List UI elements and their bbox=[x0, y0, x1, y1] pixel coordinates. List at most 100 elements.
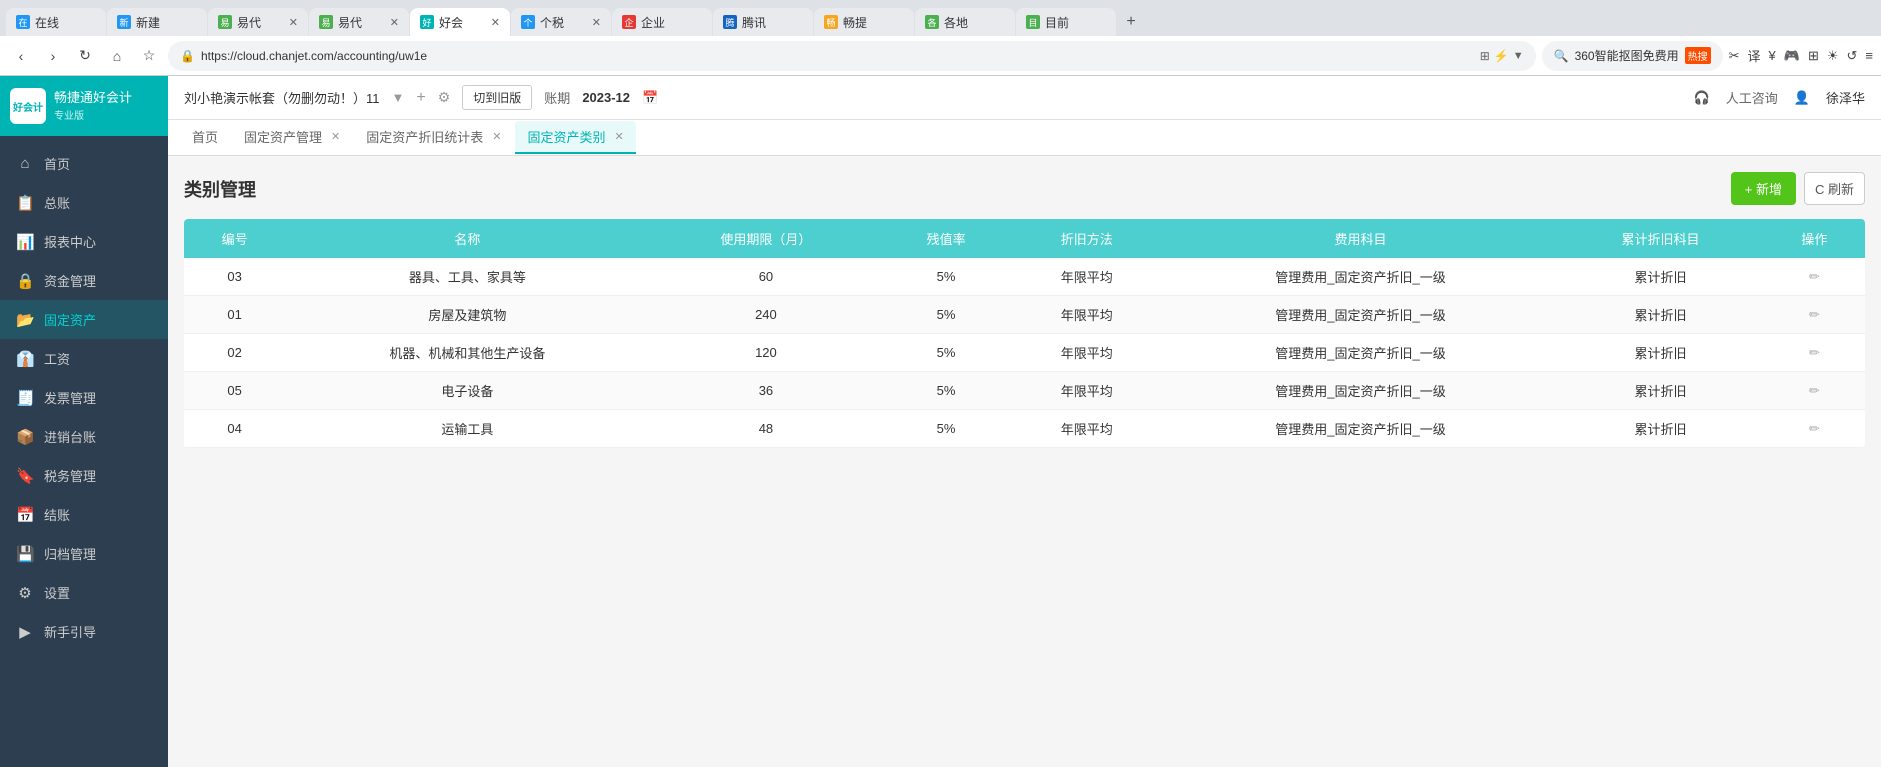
browser-tab-6[interactable]: 个 个税 ✕ bbox=[511, 8, 611, 36]
app-header: 刘小艳演示帐套（勿删勿动！）11 ▼ + ⚙ 切到旧版 账期 2023-12 📅… bbox=[168, 76, 1881, 120]
cell-method-0: 年限平均 bbox=[1010, 258, 1164, 296]
settings-button[interactable]: ⚙ bbox=[438, 89, 451, 106]
sidebar-item-checkout[interactable]: 📅 结账 bbox=[0, 495, 168, 534]
cell-action-0[interactable]: ✏ bbox=[1764, 258, 1865, 296]
edit-icon-3[interactable]: ✏ bbox=[1809, 383, 1820, 398]
sidebar-label-tax: 税务管理 bbox=[44, 466, 96, 485]
browser-tab-8[interactable]: 腾 腾讯 bbox=[713, 8, 813, 36]
tab-title-3: 易代 bbox=[237, 14, 284, 31]
sidebar-item-invoice[interactable]: 🧾 发票管理 bbox=[0, 378, 168, 417]
sidebar-item-fund[interactable]: 🔒 资金管理 bbox=[0, 261, 168, 300]
cell-action-1[interactable]: ✏ bbox=[1764, 296, 1865, 334]
tab-depreciation-close[interactable]: ✕ bbox=[492, 130, 501, 143]
user-avatar-icon: 👤 bbox=[1794, 90, 1810, 106]
tab-fixed-mgmt-close[interactable]: ✕ bbox=[331, 130, 340, 143]
cell-code-1[interactable]: 01 bbox=[184, 296, 285, 334]
new-tab-button[interactable]: + bbox=[1117, 8, 1145, 36]
reload-button[interactable]: ↻ bbox=[72, 43, 98, 69]
address-box[interactable]: 🔒 https://cloud.chanjet.com/accounting/u… bbox=[168, 41, 1536, 71]
tab-close-3[interactable]: ✕ bbox=[289, 16, 298, 29]
switch-version-button[interactable]: 切到旧版 bbox=[462, 85, 532, 110]
games-icon[interactable]: 🎮 bbox=[1784, 48, 1800, 64]
col-header-expense: 费用科目 bbox=[1164, 219, 1558, 258]
bookmark-button[interactable]: ☆ bbox=[136, 43, 162, 69]
browser-tab-1[interactable]: 在 在线 bbox=[6, 8, 106, 36]
browser-tab-5[interactable]: 好 好会 ✕ bbox=[410, 8, 510, 36]
tab-favicon-3: 易 bbox=[218, 15, 232, 29]
cell-action-2[interactable]: ✏ bbox=[1764, 334, 1865, 372]
back-button[interactable]: ‹ bbox=[8, 43, 34, 69]
add-company-button[interactable]: + bbox=[416, 89, 425, 107]
edit-icon-2[interactable]: ✏ bbox=[1809, 345, 1820, 360]
archive-icon: 💾 bbox=[16, 545, 34, 563]
tab-fixed-mgmt[interactable]: 固定资产管理 ✕ bbox=[232, 121, 352, 154]
company-name: 刘小艳演示帐套（勿删勿动！）11 bbox=[184, 88, 380, 107]
cell-code-4[interactable]: 04 bbox=[184, 410, 285, 448]
sidebar-item-inventory[interactable]: 📦 进销台账 bbox=[0, 417, 168, 456]
edit-icon-1[interactable]: ✏ bbox=[1809, 307, 1820, 322]
search-box[interactable]: 🔍 360智能抠图免费用 热搜 bbox=[1542, 41, 1723, 71]
translate-icon[interactable]: 译 bbox=[1748, 46, 1761, 65]
tab-category[interactable]: 固定资产类别 ✕ bbox=[515, 121, 635, 154]
wallet-icon[interactable]: ¥ bbox=[1769, 48, 1776, 63]
cell-action-3[interactable]: ✏ bbox=[1764, 372, 1865, 410]
cell-code-3[interactable]: 05 bbox=[184, 372, 285, 410]
tab-title-7: 企业 bbox=[641, 14, 702, 31]
grid-icon[interactable]: ⊞ bbox=[1808, 48, 1819, 64]
address-icons: ⊞ ⚡ ▼ bbox=[1480, 49, 1524, 63]
browser-tab-7[interactable]: 企 企业 bbox=[612, 8, 712, 36]
invoice-icon: 🧾 bbox=[16, 389, 34, 407]
browser-toolbar-right: ✂ 译 ¥ 🎮 ⊞ ☀ ↺ ≡ bbox=[1729, 46, 1873, 65]
undo-icon[interactable]: ↺ bbox=[1847, 48, 1858, 64]
forward-button[interactable]: › bbox=[40, 43, 66, 69]
sidebar-item-ledger[interactable]: 📋 总账 bbox=[0, 183, 168, 222]
tab-home[interactable]: 首页 bbox=[180, 121, 230, 154]
dropdown-icon[interactable]: ▼ bbox=[1513, 50, 1524, 62]
cell-period-3: 36 bbox=[650, 372, 883, 410]
menu-icon[interactable]: ≡ bbox=[1865, 48, 1873, 63]
dropdown-arrow[interactable]: ▼ bbox=[392, 90, 405, 105]
sidebar-item-archive[interactable]: 💾 归档管理 bbox=[0, 534, 168, 573]
scissors-icon[interactable]: ✂ bbox=[1729, 48, 1740, 64]
sidebar-item-home[interactable]: ⌂ 首页 bbox=[0, 144, 168, 183]
browser-tab-3[interactable]: 易 易代 ✕ bbox=[208, 8, 308, 36]
browser-tab-4[interactable]: 易 易代 ✕ bbox=[309, 8, 409, 36]
add-button[interactable]: + 新增 bbox=[1731, 172, 1796, 205]
brightness-icon[interactable]: ☀ bbox=[1827, 48, 1839, 64]
tab-close-6[interactable]: ✕ bbox=[592, 16, 601, 29]
browser-tab-11[interactable]: 目 目前 bbox=[1016, 8, 1116, 36]
sidebar-item-tax[interactable]: 🔖 税务管理 bbox=[0, 456, 168, 495]
header-right: 🎧 人工咨询 👤 徐泽华 bbox=[1694, 88, 1865, 107]
sidebar-label-report: 报表中心 bbox=[44, 232, 96, 251]
browser-tab-2[interactable]: 新 新建 bbox=[107, 8, 207, 36]
data-table: 编号 名称 使用期限（月） 残值率 折旧方法 费用科目 累计折旧科目 操作 03… bbox=[184, 219, 1865, 448]
cell-accumulated-1: 累计折旧 bbox=[1557, 296, 1763, 334]
cell-code-2[interactable]: 02 bbox=[184, 334, 285, 372]
sidebar-item-settings[interactable]: ⚙ 设置 bbox=[0, 573, 168, 612]
site-settings-icon[interactable]: ⊞ bbox=[1480, 49, 1490, 63]
sidebar-item-fixed[interactable]: 📂 固定资产 bbox=[0, 300, 168, 339]
home-button[interactable]: ⌂ bbox=[104, 43, 130, 69]
cell-code-0[interactable]: 03 bbox=[184, 258, 285, 296]
tab-category-close[interactable]: ✕ bbox=[615, 130, 624, 143]
sidebar-item-guide[interactable]: ▶ 新手引导 bbox=[0, 612, 168, 651]
lightning-icon[interactable]: ⚡ bbox=[1494, 49, 1509, 63]
tab-close-4[interactable]: ✕ bbox=[390, 16, 399, 29]
edit-icon-0[interactable]: ✏ bbox=[1809, 269, 1820, 284]
tab-depreciation[interactable]: 固定资产折旧统计表 ✕ bbox=[354, 121, 513, 154]
cell-expense-4: 管理费用_固定资产折旧_一级 bbox=[1164, 410, 1558, 448]
consult-label[interactable]: 人工咨询 bbox=[1726, 88, 1778, 107]
refresh-button[interactable]: C 刷新 bbox=[1804, 172, 1865, 205]
tab-title-6: 个税 bbox=[540, 14, 587, 31]
sidebar-item-salary[interactable]: 👔 工资 bbox=[0, 339, 168, 378]
tab-title-9: 畅提 bbox=[843, 14, 904, 31]
sidebar-label-ledger: 总账 bbox=[44, 193, 70, 212]
browser-tab-10[interactable]: 各 各地 bbox=[915, 8, 1015, 36]
cell-action-4[interactable]: ✏ bbox=[1764, 410, 1865, 448]
tab-close-5[interactable]: ✕ bbox=[491, 16, 500, 29]
edit-icon-4[interactable]: ✏ bbox=[1809, 421, 1820, 436]
browser-tab-9[interactable]: 畅 畅提 bbox=[814, 8, 914, 36]
calendar-icon[interactable]: 📅 bbox=[642, 90, 658, 106]
cell-expense-3: 管理费用_固定资产折旧_一级 bbox=[1164, 372, 1558, 410]
sidebar-item-report[interactable]: 📊 报表中心 bbox=[0, 222, 168, 261]
